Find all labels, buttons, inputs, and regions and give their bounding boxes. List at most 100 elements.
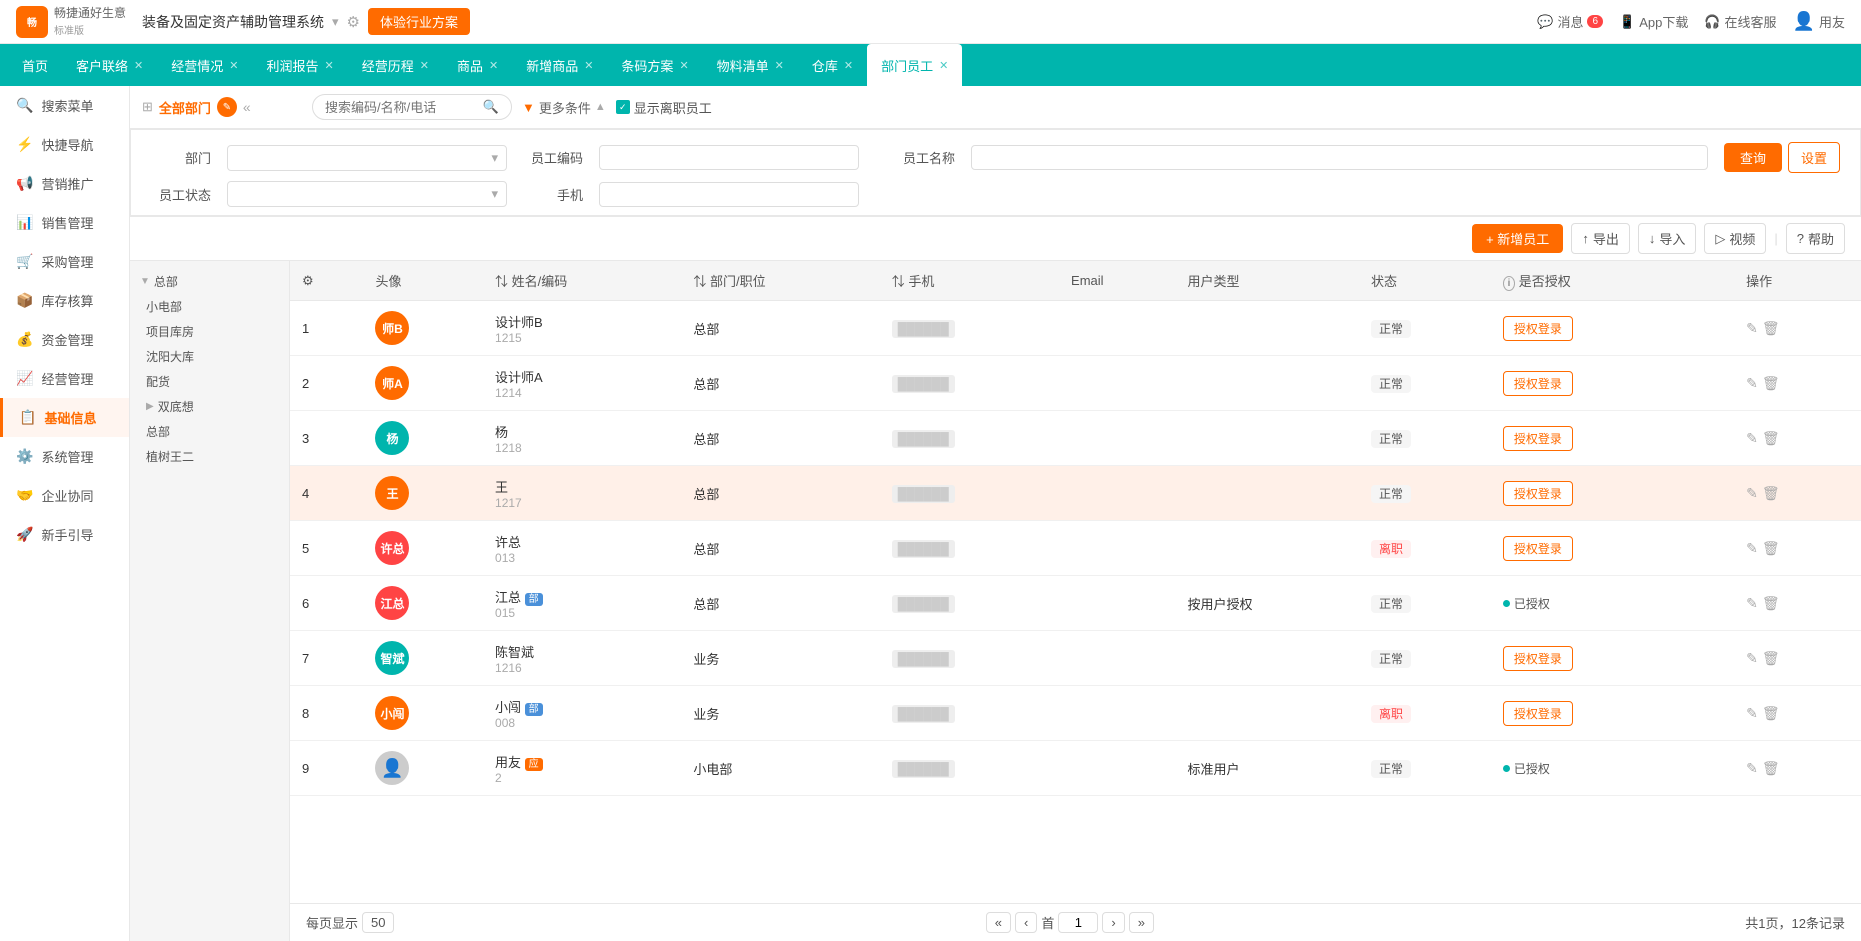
sidebar-item-nav[interactable]: ⚡ 快捷导航 bbox=[0, 125, 129, 164]
dept-node-delivery[interactable]: 配货 bbox=[130, 369, 289, 394]
sidebar-item-basic[interactable]: 📋 基础信息 bbox=[0, 398, 129, 437]
edit-btn[interactable]: ✎ bbox=[1746, 650, 1758, 666]
tab-barcode[interactable]: 条码方案✕ bbox=[607, 44, 702, 86]
sidebar-item-search[interactable]: 🔍 搜索菜单 bbox=[0, 86, 129, 125]
first-page-btn[interactable]: « bbox=[986, 912, 1011, 933]
delete-btn[interactable]: 🗑 bbox=[1762, 760, 1780, 776]
col-dept[interactable]: ⇅ 部门/职位 bbox=[681, 261, 879, 301]
search-input[interactable] bbox=[325, 100, 477, 115]
close-barcode-icon[interactable]: ✕ bbox=[679, 59, 688, 72]
close-staff-icon[interactable]: ✕ bbox=[939, 59, 948, 72]
delete-btn[interactable]: 🗑 bbox=[1762, 375, 1780, 391]
dept-node-shuang[interactable]: ▶ 双底想 bbox=[130, 394, 289, 419]
edit-btn[interactable]: ✎ bbox=[1746, 595, 1758, 611]
close-warehouse-icon[interactable]: ✕ bbox=[844, 59, 853, 72]
tab-operation[interactable]: 经营情况✕ bbox=[157, 44, 252, 86]
page-input[interactable] bbox=[1058, 912, 1098, 933]
col-name[interactable]: ⇅ 姓名/编码 bbox=[483, 261, 681, 301]
help-btn[interactable]: ? 帮助 bbox=[1786, 223, 1845, 254]
dept-node-project[interactable]: 项目库房 bbox=[130, 319, 289, 344]
tab-profit[interactable]: 利润报告✕ bbox=[252, 44, 347, 86]
sidebar-item-management[interactable]: 📈 经营管理 bbox=[0, 359, 129, 398]
col-phone[interactable]: ⇅ 手机 bbox=[880, 261, 1059, 301]
dept-edit-icon[interactable]: ✎ bbox=[217, 97, 237, 117]
edit-btn[interactable]: ✎ bbox=[1746, 430, 1758, 446]
try-btn[interactable]: 体验行业方案 bbox=[368, 8, 470, 35]
dept-node-shenyang[interactable]: 沈阳大库 bbox=[130, 344, 289, 369]
dropdown-icon[interactable]: ▾ bbox=[332, 14, 339, 30]
edit-btn[interactable]: ✎ bbox=[1746, 760, 1758, 776]
set-btn[interactable]: 设置 bbox=[1788, 142, 1840, 173]
edit-btn[interactable]: ✎ bbox=[1746, 320, 1758, 336]
edit-btn[interactable]: ✎ bbox=[1746, 705, 1758, 721]
auth-btn[interactable]: 授权登录 bbox=[1503, 646, 1573, 671]
dept-node-zongbu[interactable]: 总部 bbox=[130, 419, 289, 444]
delete-btn[interactable]: 🗑 bbox=[1762, 320, 1780, 336]
tab-customer[interactable]: 客户联络✕ bbox=[62, 44, 157, 86]
emp-name-input[interactable] bbox=[971, 145, 1708, 170]
dept-node-zhishu[interactable]: 植树王二 bbox=[130, 444, 289, 469]
edit-btn[interactable]: ✎ bbox=[1746, 540, 1758, 556]
delete-btn[interactable]: 🗑 bbox=[1762, 540, 1780, 556]
close-customer-icon[interactable]: ✕ bbox=[134, 59, 143, 72]
sidebar-item-sales[interactable]: 📊 销售管理 bbox=[0, 203, 129, 242]
sidebar-item-finance[interactable]: 💰 资金管理 bbox=[0, 320, 129, 359]
sidebar-item-inventory[interactable]: 📦 库存核算 bbox=[0, 281, 129, 320]
app-btn[interactable]: 📱 App下载 bbox=[1619, 12, 1688, 31]
dept-select[interactable]: ▾ bbox=[227, 145, 507, 171]
show-resign-cb[interactable]: ✓ 显示离职员工 bbox=[616, 98, 712, 117]
tab-addgoods[interactable]: 新增商品✕ bbox=[512, 44, 607, 86]
phone-input[interactable] bbox=[599, 182, 859, 207]
emp-code-input[interactable] bbox=[599, 145, 859, 170]
import-btn[interactable]: ↓ 导入 bbox=[1638, 223, 1697, 254]
auth-btn[interactable]: 授权登录 bbox=[1503, 371, 1573, 396]
delete-btn[interactable]: 🗑 bbox=[1762, 705, 1780, 721]
close-addgoods-icon[interactable]: ✕ bbox=[584, 59, 593, 72]
auth-btn[interactable]: 授权登录 bbox=[1503, 701, 1573, 726]
msg-btn[interactable]: 💬 消息 6 bbox=[1537, 12, 1603, 31]
delete-btn[interactable]: 🗑 bbox=[1762, 650, 1780, 666]
tab-bom[interactable]: 物料清单✕ bbox=[703, 44, 798, 86]
edit-btn[interactable]: ✎ bbox=[1746, 485, 1758, 501]
view-btn[interactable]: ▷ 视频 bbox=[1704, 223, 1766, 254]
delete-btn[interactable]: 🗑 bbox=[1762, 485, 1780, 501]
sidebar-item-collab[interactable]: 🤝 企业协同 bbox=[0, 476, 129, 515]
add-staff-btn[interactable]: + 新增员工 bbox=[1472, 224, 1563, 253]
edit-btn[interactable]: ✎ bbox=[1746, 375, 1758, 391]
close-bom-icon[interactable]: ✕ bbox=[775, 59, 784, 72]
delete-btn[interactable]: 🗑 bbox=[1762, 595, 1780, 611]
auth-btn[interactable]: 授权登录 bbox=[1503, 426, 1573, 451]
export-btn[interactable]: ↑ 导出 bbox=[1571, 223, 1630, 254]
sidebar-item-marketing[interactable]: 📢 营销推广 bbox=[0, 164, 129, 203]
service-btn[interactable]: 🎧 在线客服 bbox=[1704, 12, 1776, 31]
dept-node-root[interactable]: ▼ 总部 bbox=[130, 269, 289, 294]
sidebar-item-guide[interactable]: 🚀 新手引导 bbox=[0, 515, 129, 554]
auth-btn[interactable]: 授权登录 bbox=[1503, 316, 1573, 341]
delete-btn[interactable]: 🗑 bbox=[1762, 430, 1780, 446]
filter-btn[interactable]: ▼ 更多条件 ▲ bbox=[522, 98, 606, 117]
col-settings[interactable]: ⚙ bbox=[290, 261, 363, 301]
close-history-icon[interactable]: ✕ bbox=[420, 59, 429, 72]
last-page-btn[interactable]: » bbox=[1129, 912, 1154, 933]
query-btn[interactable]: 查询 bbox=[1724, 143, 1782, 172]
close-profit-icon[interactable]: ✕ bbox=[325, 59, 334, 72]
next-page-btn[interactable]: › bbox=[1102, 912, 1124, 933]
sidebar-item-purchase[interactable]: 🛒 采购管理 bbox=[0, 242, 129, 281]
emp-status-select[interactable]: ▾ bbox=[227, 181, 507, 207]
close-goods-icon[interactable]: ✕ bbox=[489, 59, 498, 72]
tab-staff[interactable]: 部门员工✕ bbox=[867, 44, 962, 86]
tab-home[interactable]: 首页 bbox=[8, 44, 62, 86]
prev-page-btn[interactable]: ‹ bbox=[1015, 912, 1037, 933]
resign-checkbox[interactable]: ✓ bbox=[616, 100, 630, 114]
auth-btn[interactable]: 授权登录 bbox=[1503, 536, 1573, 561]
settings-icon[interactable]: ⚙ bbox=[347, 13, 360, 31]
user-btn[interactable]: 👤 用友 bbox=[1793, 11, 1845, 32]
tab-goods[interactable]: 商品✕ bbox=[443, 44, 512, 86]
per-page-value[interactable]: 50 bbox=[362, 912, 394, 933]
dept-collapse-icon[interactable]: « bbox=[243, 99, 251, 115]
close-operation-icon[interactable]: ✕ bbox=[229, 59, 238, 72]
tab-warehouse[interactable]: 仓库✕ bbox=[798, 44, 867, 86]
dept-node-xiaodian[interactable]: 小电部 bbox=[130, 294, 289, 319]
sidebar-item-system[interactable]: ⚙️ 系统管理 bbox=[0, 437, 129, 476]
tab-history[interactable]: 经营历程✕ bbox=[348, 44, 443, 86]
